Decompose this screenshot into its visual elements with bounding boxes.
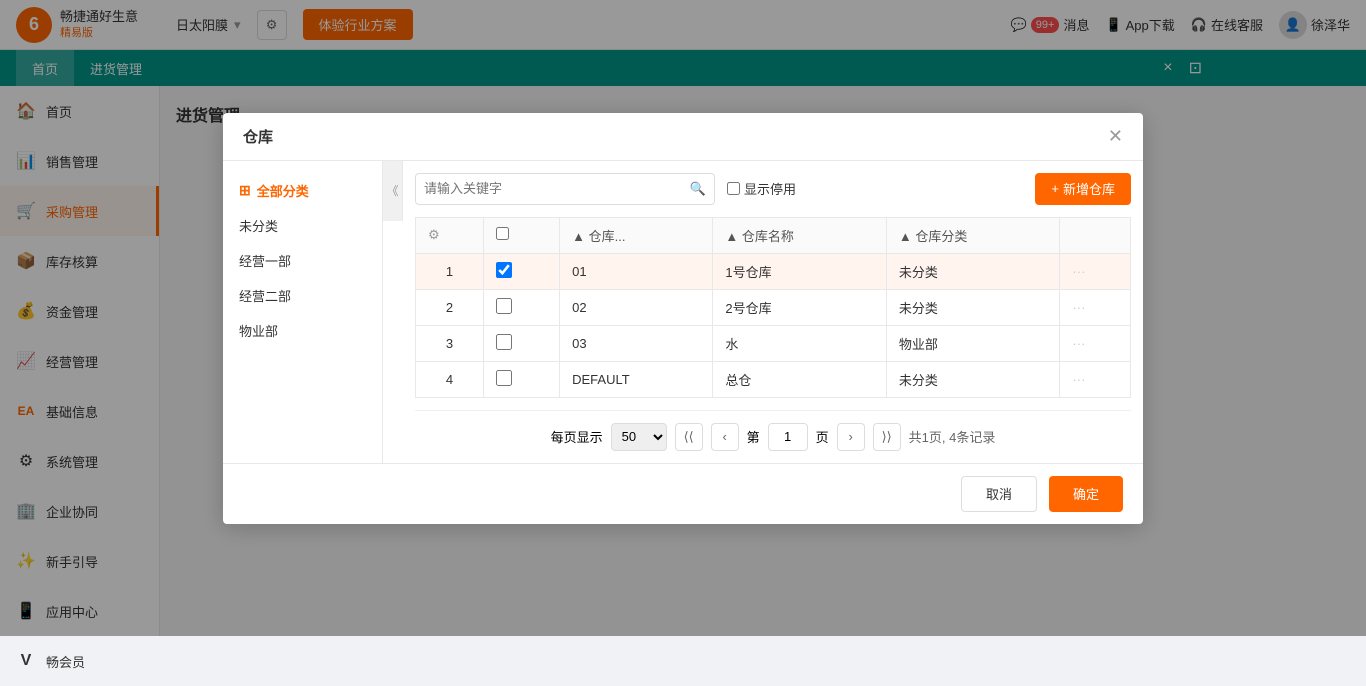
add-warehouse-button[interactable]: + 新增仓库	[1035, 173, 1131, 205]
page-size-select[interactable]: 50 100 200	[611, 423, 667, 451]
row-more-action[interactable]: ···	[1060, 361, 1131, 397]
col-category-header[interactable]: ▲ 仓库分类	[886, 217, 1060, 253]
add-icon: +	[1051, 181, 1059, 196]
table-row[interactable]: 1 01 1号仓库 未分类 ···	[416, 253, 1131, 289]
row-code: DEFAULT	[560, 361, 713, 397]
total-info: 共1页, 4条记录	[909, 427, 996, 446]
row-name: 水	[713, 325, 887, 361]
category-sidebar: ⊞ 全部分类 未分类 经营一部 经营二部 物业部	[223, 161, 383, 463]
more-icon[interactable]: ···	[1072, 264, 1085, 279]
row-name: 1号仓库	[713, 253, 887, 289]
row-more-action[interactable]: ···	[1060, 289, 1131, 325]
row-number: 2	[416, 289, 484, 325]
modal-title: 仓库	[243, 126, 273, 147]
category-item-property[interactable]: 物业部	[223, 313, 382, 348]
modal-body: ⊞ 全部分类 未分类 经营一部 经营二部 物业部 《 🔍	[223, 161, 1143, 463]
page-suffix: 页	[816, 427, 829, 446]
collapse-sidebar-button[interactable]: 《	[383, 161, 403, 221]
show-disabled-checkbox[interactable]	[727, 182, 740, 195]
page-size-label: 每页显示	[551, 427, 603, 446]
sidebar-item-member[interactable]: V 畅会员	[0, 636, 159, 686]
row-checkbox[interactable]	[496, 298, 512, 314]
cancel-button[interactable]: 取消	[961, 476, 1037, 512]
row-more-action[interactable]: ···	[1060, 325, 1131, 361]
row-category: 物业部	[886, 325, 1060, 361]
row-more-action[interactable]: ···	[1060, 253, 1131, 289]
row-checkbox-cell	[484, 361, 560, 397]
warehouse-table: ⚙ ▲ 仓库... ▲ 仓库名称 ▲ 仓库分类	[415, 217, 1131, 398]
row-category: 未分类	[886, 361, 1060, 397]
show-disabled-toggle[interactable]: 显示停用	[727, 179, 796, 198]
table-area: 🔍 显示停用 + 新增仓库	[403, 161, 1143, 463]
col-code-header[interactable]: ▲ 仓库...	[560, 217, 713, 253]
add-label: 新增仓库	[1063, 179, 1115, 198]
row-checkbox[interactable]	[496, 370, 512, 386]
row-checkbox-cell	[484, 325, 560, 361]
show-disabled-label: 显示停用	[744, 179, 796, 198]
search-box: 🔍	[415, 173, 715, 205]
all-categories-label: 全部分类	[257, 181, 309, 200]
confirm-button[interactable]: 确定	[1049, 476, 1123, 512]
all-categories-button[interactable]: ⊞ 全部分类	[223, 173, 382, 208]
col-settings: ⚙	[416, 217, 484, 253]
select-all-checkbox[interactable]	[496, 227, 509, 240]
table-row[interactable]: 3 03 水 物业部 ···	[416, 325, 1131, 361]
table-row[interactable]: 4 DEFAULT 总仓 未分类 ···	[416, 361, 1131, 397]
row-name: 总仓	[713, 361, 887, 397]
row-code: 03	[560, 325, 713, 361]
row-checkbox-cell	[484, 253, 560, 289]
modal-overlay: 仓库 ✕ ⊞ 全部分类 未分类 经营一部 经营二部 物业部 《	[0, 0, 1366, 636]
page-label: 第	[747, 427, 760, 446]
page-number-input[interactable]	[768, 423, 808, 451]
last-page-button[interactable]: ⟩⟩	[873, 423, 901, 451]
row-number: 1	[416, 253, 484, 289]
category-item-ops1[interactable]: 经营一部	[223, 243, 382, 278]
row-number: 3	[416, 325, 484, 361]
row-name: 2号仓库	[713, 289, 887, 325]
col-checkbox-header	[484, 217, 560, 253]
modal-header: 仓库 ✕	[223, 113, 1143, 161]
search-input[interactable]	[424, 181, 690, 196]
row-code: 02	[560, 289, 713, 325]
category-item-unclassified[interactable]: 未分类	[223, 208, 382, 243]
row-category: 未分类	[886, 253, 1060, 289]
row-category: 未分类	[886, 289, 1060, 325]
col-action-header	[1060, 217, 1131, 253]
modal-close-button[interactable]: ✕	[1108, 126, 1123, 147]
col-name-header[interactable]: ▲ 仓库名称	[713, 217, 887, 253]
grid-icon: ⊞	[239, 182, 251, 199]
modal-footer: 取消 确定	[223, 463, 1143, 524]
first-page-button[interactable]: ⟨⟨	[675, 423, 703, 451]
row-code: 01	[560, 253, 713, 289]
prev-page-button[interactable]: ‹	[711, 423, 739, 451]
column-settings-icon[interactable]: ⚙	[428, 227, 440, 242]
search-icon[interactable]: 🔍	[690, 181, 706, 197]
sidebar-label-member: 畅会员	[46, 652, 85, 671]
warehouse-modal: 仓库 ✕ ⊞ 全部分类 未分类 经营一部 经营二部 物业部 《	[223, 113, 1143, 524]
member-icon: V	[16, 652, 36, 670]
table-row[interactable]: 2 02 2号仓库 未分类 ···	[416, 289, 1131, 325]
pagination: 每页显示 50 100 200 ⟨⟨ ‹ 第 页 › ⟩⟩ 共1页, 4条记录	[415, 410, 1131, 451]
table-toolbar: 🔍 显示停用 + 新增仓库	[415, 173, 1131, 205]
more-icon[interactable]: ···	[1072, 300, 1085, 315]
next-page-button[interactable]: ›	[837, 423, 865, 451]
row-number: 4	[416, 361, 484, 397]
row-checkbox[interactable]	[496, 262, 512, 278]
row-checkbox-cell	[484, 289, 560, 325]
more-icon[interactable]: ···	[1072, 336, 1085, 351]
row-checkbox[interactable]	[496, 334, 512, 350]
category-item-ops2[interactable]: 经营二部	[223, 278, 382, 313]
more-icon[interactable]: ···	[1072, 372, 1085, 387]
